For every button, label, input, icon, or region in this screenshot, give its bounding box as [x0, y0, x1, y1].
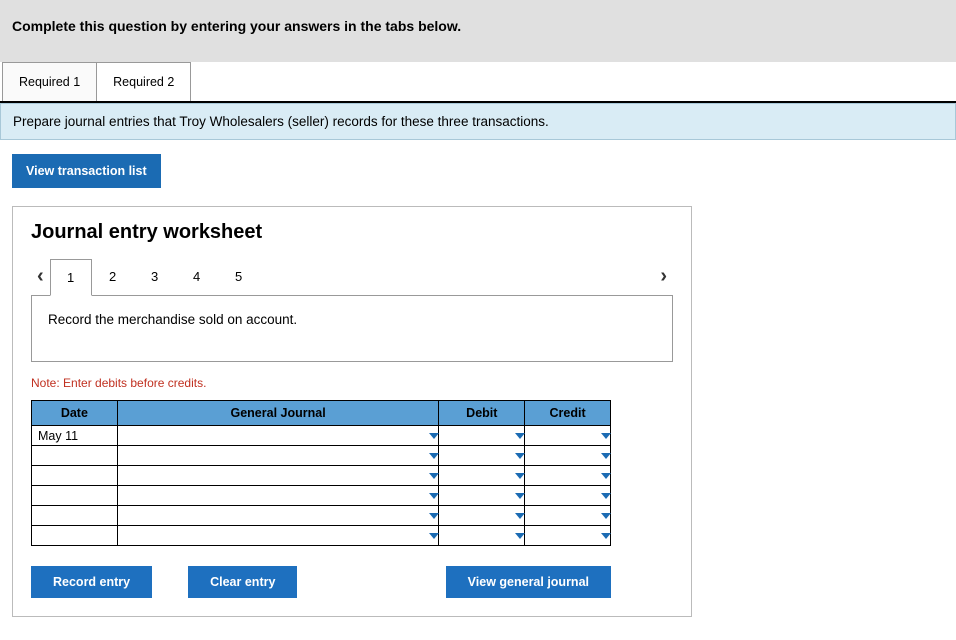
page-2[interactable]: 2: [92, 259, 134, 294]
cell-general-journal[interactable]: [117, 486, 439, 506]
chevron-left-icon[interactable]: ‹: [31, 265, 50, 288]
dropdown-icon[interactable]: [601, 433, 611, 439]
cell-debit[interactable]: [439, 466, 525, 486]
cell-debit[interactable]: [439, 446, 525, 466]
cell-date[interactable]: May 11: [32, 426, 118, 446]
dropdown-icon[interactable]: [429, 493, 439, 499]
dropdown-icon[interactable]: [601, 453, 611, 459]
dropdown-icon[interactable]: [601, 513, 611, 519]
dropdown-icon[interactable]: [429, 473, 439, 479]
dropdown-icon[interactable]: [515, 533, 525, 539]
cell-debit[interactable]: [439, 526, 525, 546]
note-text: Note: Enter debits before credits.: [31, 376, 673, 390]
cell-general-journal[interactable]: [117, 506, 439, 526]
dropdown-icon[interactable]: [515, 453, 525, 459]
chevron-right-icon[interactable]: ›: [654, 265, 673, 288]
view-transaction-list-button[interactable]: View transaction list: [12, 154, 161, 188]
tab-required-1[interactable]: Required 1: [2, 62, 97, 101]
dropdown-icon[interactable]: [429, 453, 439, 459]
pager-row: ‹ 1 2 3 4 5 ›: [31, 258, 673, 295]
cell-debit[interactable]: [439, 506, 525, 526]
dropdown-icon[interactable]: [601, 533, 611, 539]
cell-credit[interactable]: [525, 506, 611, 526]
cell-credit[interactable]: [525, 466, 611, 486]
page-5[interactable]: 5: [218, 259, 260, 294]
table-row: [32, 526, 611, 546]
table-row: [32, 446, 611, 466]
dropdown-icon[interactable]: [515, 473, 525, 479]
dropdown-icon[interactable]: [429, 433, 439, 439]
cell-credit[interactable]: [525, 486, 611, 506]
cell-general-journal[interactable]: [117, 526, 439, 546]
cell-general-journal[interactable]: [117, 446, 439, 466]
table-row: May 11: [32, 426, 611, 446]
action-row: Record entry Clear entry View general jo…: [31, 566, 611, 598]
worksheet-panel: Journal entry worksheet ‹ 1 2 3 4 5 › Re…: [12, 206, 692, 617]
cell-credit[interactable]: [525, 526, 611, 546]
worksheet-title: Journal entry worksheet: [31, 221, 673, 244]
cell-credit[interactable]: [525, 426, 611, 446]
page-4[interactable]: 4: [176, 259, 218, 294]
cell-date[interactable]: [32, 486, 118, 506]
clear-entry-button[interactable]: Clear entry: [188, 566, 297, 598]
page-3[interactable]: 3: [134, 259, 176, 294]
header-instruction: Complete this question by entering your …: [0, 0, 956, 62]
col-header-general-journal: General Journal: [117, 401, 439, 426]
dropdown-icon[interactable]: [601, 473, 611, 479]
dropdown-icon[interactable]: [515, 513, 525, 519]
cell-credit[interactable]: [525, 446, 611, 466]
table-row: [32, 486, 611, 506]
col-header-date: Date: [32, 401, 118, 426]
cell-date[interactable]: [32, 526, 118, 546]
cell-debit[interactable]: [439, 426, 525, 446]
tab-required-2[interactable]: Required 2: [96, 62, 191, 101]
cell-date[interactable]: [32, 446, 118, 466]
record-entry-button[interactable]: Record entry: [31, 566, 152, 598]
entry-instruction: Record the merchandise sold on account.: [31, 295, 673, 362]
journal-table: Date General Journal Debit Credit May 11: [31, 400, 611, 546]
dropdown-icon[interactable]: [429, 513, 439, 519]
cell-general-journal[interactable]: [117, 466, 439, 486]
table-row: [32, 466, 611, 486]
col-header-credit: Credit: [525, 401, 611, 426]
dropdown-icon[interactable]: [601, 493, 611, 499]
col-header-debit: Debit: [439, 401, 525, 426]
cell-general-journal[interactable]: [117, 426, 439, 446]
table-row: [32, 506, 611, 526]
dropdown-icon[interactable]: [515, 493, 525, 499]
cell-debit[interactable]: [439, 486, 525, 506]
context-bar: Prepare journal entries that Troy Wholes…: [0, 103, 956, 140]
dropdown-icon[interactable]: [515, 433, 525, 439]
view-general-journal-button[interactable]: View general journal: [446, 566, 611, 598]
dropdown-icon[interactable]: [429, 533, 439, 539]
cell-date[interactable]: [32, 506, 118, 526]
tabs-row: Required 1 Required 2: [0, 62, 956, 103]
cell-date[interactable]: [32, 466, 118, 486]
page-1[interactable]: 1: [50, 259, 92, 296]
